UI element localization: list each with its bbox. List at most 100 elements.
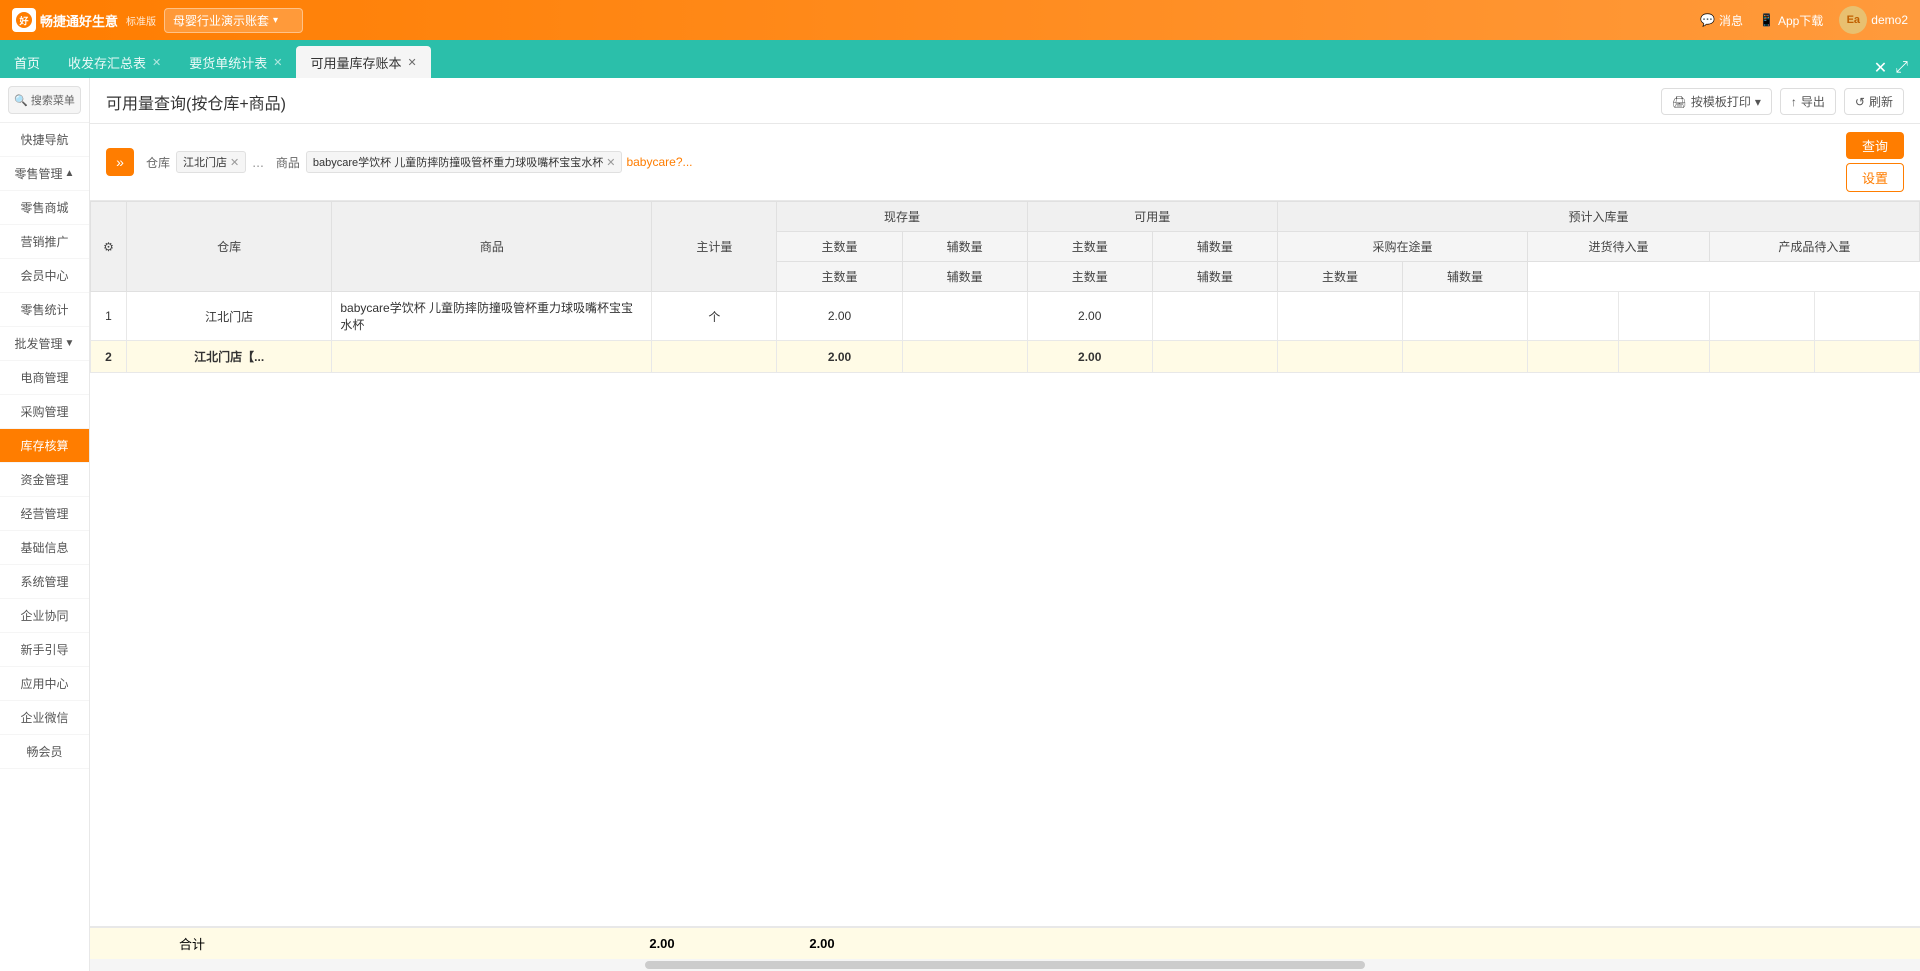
subtotal-available-aux (1152, 341, 1277, 373)
tab-available-stock-close[interactable]: ✕ (408, 56, 417, 69)
message-label: 消息 (1719, 12, 1743, 29)
sidebar-item-new-guide-label: 新手引导 (20, 641, 68, 658)
footer-values: 2.00 2.00 (242, 936, 1904, 951)
table-wrapper[interactable]: ⚙ 仓库 商品 主计量 现存量 可用量 预计入库量 主数量 辅数量 主数量 辅数… (90, 201, 1920, 926)
th-available-main: 主数量 (1027, 232, 1152, 262)
tab-home[interactable]: 首页 (0, 46, 54, 78)
sidebar-item-vip-member[interactable]: 畅会员 (0, 735, 89, 769)
sidebar-item-new-guide[interactable]: 新手引导 (0, 633, 89, 667)
sidebar-item-system-mgmt[interactable]: 系统管理 (0, 565, 89, 599)
sidebar-item-retail-mgmt[interactable]: 零售管理 ▲ (0, 157, 89, 191)
sidebar-item-member-center[interactable]: 会员中心 (0, 259, 89, 293)
sidebar-item-retail-mgmt-label: 零售管理 (15, 165, 63, 182)
footer-stock-main: 2.00 (622, 936, 702, 951)
sidebar-item-marketing[interactable]: 营销推广 (0, 225, 89, 259)
subtotal-purchase-transit-aux (1403, 341, 1528, 373)
inventory-table: ⚙ 仓库 商品 主计量 现存量 可用量 预计入库量 主数量 辅数量 主数量 辅数… (90, 201, 1920, 373)
fullscreen-icon[interactable]: ⤢ (1895, 59, 1908, 77)
th-production-pending: 产成品待入量 (1709, 232, 1919, 262)
warehouse-tag-jiangbei[interactable]: 江北门店 ✕ (176, 151, 246, 173)
app-body: 🔍 搜索菜单 快捷导航 零售管理 ▲ 零售商城 营销推广 会员中心 零售统计 批… (0, 78, 1920, 971)
th-stock: 现存量 (777, 202, 1027, 232)
sidebar-search-button[interactable]: 🔍 搜索菜单 (8, 86, 81, 114)
warehouse-filter-field: 仓库 江北门店 ✕ ... (146, 151, 264, 173)
brand-name: 畅捷通好生意 (40, 11, 118, 30)
print-template-button[interactable]: 🖨 按模板打印 ▾ (1661, 88, 1772, 115)
row-production-pending-main (1709, 292, 1814, 341)
tab-receipt-summary-close[interactable]: ✕ (152, 56, 161, 69)
product-tag-babycare-close[interactable]: ✕ (606, 156, 615, 169)
th-purchase-transit-aux2: 辅数量 (902, 262, 1027, 292)
sidebar-item-enterprise-wechat[interactable]: 企业微信 (0, 701, 89, 735)
product-more-label[interactable]: babycare?... (626, 155, 692, 169)
sidebar-item-inventory-check[interactable]: 库存核算 (0, 429, 89, 463)
main-content: 可用量查询(按仓库+商品) 🖨 按模板打印 ▾ ↑ 导出 ↺ 刷新 (90, 78, 1920, 971)
sidebar-item-finance-mgmt[interactable]: 资金管理 (0, 463, 89, 497)
subtotal-index: 2 (91, 341, 127, 373)
top-bar-left: 好 畅捷通好生意 标准版 母婴行业演示账套 ▾ (12, 8, 303, 33)
export-button[interactable]: ↑ 导出 (1780, 88, 1836, 115)
sidebar-item-wholesale-mgmt-label: 批发管理 (15, 335, 63, 352)
tab-order-stats[interactable]: 要货单统计表 ✕ (175, 46, 296, 78)
th-inbound-pending-aux2: 辅数量 (1152, 262, 1277, 292)
export-label: 导出 (1801, 93, 1825, 110)
settings-button[interactable]: 设置 (1846, 163, 1904, 192)
print-template-label: 按模板打印 (1691, 93, 1751, 110)
sidebar-item-quick-nav-label: 快捷导航 (20, 131, 68, 148)
message-action[interactable]: 💬 消息 (1700, 12, 1743, 29)
sidebar-item-basic-info[interactable]: 基础信息 (0, 531, 89, 565)
store-selector[interactable]: 母婴行业演示账套 ▾ (164, 8, 303, 33)
page-header: 可用量查询(按仓库+商品) 🖨 按模板打印 ▾ ↑ 导出 ↺ 刷新 (90, 78, 1920, 124)
row-unit: 个 (652, 292, 777, 341)
horizontal-scrollbar[interactable] (645, 961, 1364, 969)
product-tag-babycare[interactable]: babycare学饮杯 儿童防摔防撞吸管杯重力球吸嘴杯宝宝水杯 ✕ (306, 151, 623, 173)
sidebar-item-app-center-label: 应用中心 (20, 675, 68, 692)
sidebar-item-retail-mall[interactable]: 零售商城 (0, 191, 89, 225)
sidebar-item-purchase-mgmt[interactable]: 采购管理 (0, 395, 89, 429)
sidebar-item-enterprise-collab[interactable]: 企业协同 (0, 599, 89, 633)
th-unit: 主计量 (652, 202, 777, 292)
refresh-button[interactable]: ↺ 刷新 (1844, 88, 1904, 115)
sidebar-item-basic-info-label: 基础信息 (20, 539, 68, 556)
tab-home-label: 首页 (14, 53, 40, 72)
th-production-pending-aux2: 辅数量 (1403, 262, 1528, 292)
warehouse-tag-jiangbei-close[interactable]: ✕ (230, 156, 239, 169)
sidebar-item-app-center[interactable]: 应用中心 (0, 667, 89, 701)
logo-icon: 好 (12, 8, 36, 32)
th-inbound-pending-main2: 主数量 (1027, 262, 1152, 292)
tab-available-stock-label: 可用量库存账本 (310, 53, 401, 72)
th-available: 可用量 (1027, 202, 1277, 232)
tab-receipt-summary[interactable]: 收发存汇总表 ✕ (54, 46, 175, 78)
footer-label: 合计 (142, 934, 242, 953)
th-purchase-transit-main2: 主数量 (777, 262, 902, 292)
app-download-label: App下载 (1778, 12, 1823, 29)
warehouse-tag-jiangbei-label: 江北门店 (183, 154, 227, 170)
page-actions: 🖨 按模板打印 ▾ ↑ 导出 ↺ 刷新 (1661, 88, 1904, 115)
sidebar-item-ecommerce-mgmt-label: 电商管理 (20, 369, 68, 386)
sidebar-item-ops-mgmt[interactable]: 经营管理 (0, 497, 89, 531)
tab-available-stock[interactable]: 可用量库存账本 ✕ (296, 46, 430, 78)
close-all-tabs-icon[interactable]: ✕ (1874, 58, 1887, 78)
warehouse-more-button[interactable]: ... (252, 154, 264, 170)
product-filter-field: 商品 babycare学饮杯 儿童防摔防撞吸管杯重力球吸嘴杯宝宝水杯 ✕ bab… (276, 151, 693, 173)
product-filter-label: 商品 (276, 154, 300, 171)
product-filter-tags: babycare学饮杯 儿童防摔防撞吸管杯重力球吸嘴杯宝宝水杯 ✕ babyca… (306, 151, 693, 173)
user-profile[interactable]: Ea demo2 (1839, 6, 1908, 34)
message-icon: 💬 (1700, 13, 1715, 27)
subtotal-product (332, 341, 652, 373)
subtotal-inbound-pending-main (1528, 341, 1619, 373)
sidebar-item-quick-nav[interactable]: 快捷导航 (0, 123, 89, 157)
app-download-action[interactable]: 📱 App下载 (1759, 12, 1823, 29)
sidebar-item-retail-stats[interactable]: 零售统计 (0, 293, 89, 327)
th-production-pending-main2: 主数量 (1277, 262, 1402, 292)
sidebar-item-ecommerce-mgmt[interactable]: 电商管理 (0, 361, 89, 395)
brand-logo: 好 畅捷通好生意 (12, 8, 118, 32)
tab-actions: ✕ ⤢ (1874, 58, 1920, 78)
gear-icon[interactable]: ⚙ (103, 240, 114, 254)
filter-toggle-button[interactable]: » (106, 148, 134, 176)
row-production-pending-aux (1814, 292, 1919, 341)
tab-order-stats-close[interactable]: ✕ (273, 56, 282, 69)
query-button[interactable]: 查询 (1846, 132, 1904, 159)
sidebar-item-enterprise-wechat-label: 企业微信 (20, 709, 68, 726)
sidebar-item-wholesale-mgmt[interactable]: 批发管理 ▼ (0, 327, 89, 361)
